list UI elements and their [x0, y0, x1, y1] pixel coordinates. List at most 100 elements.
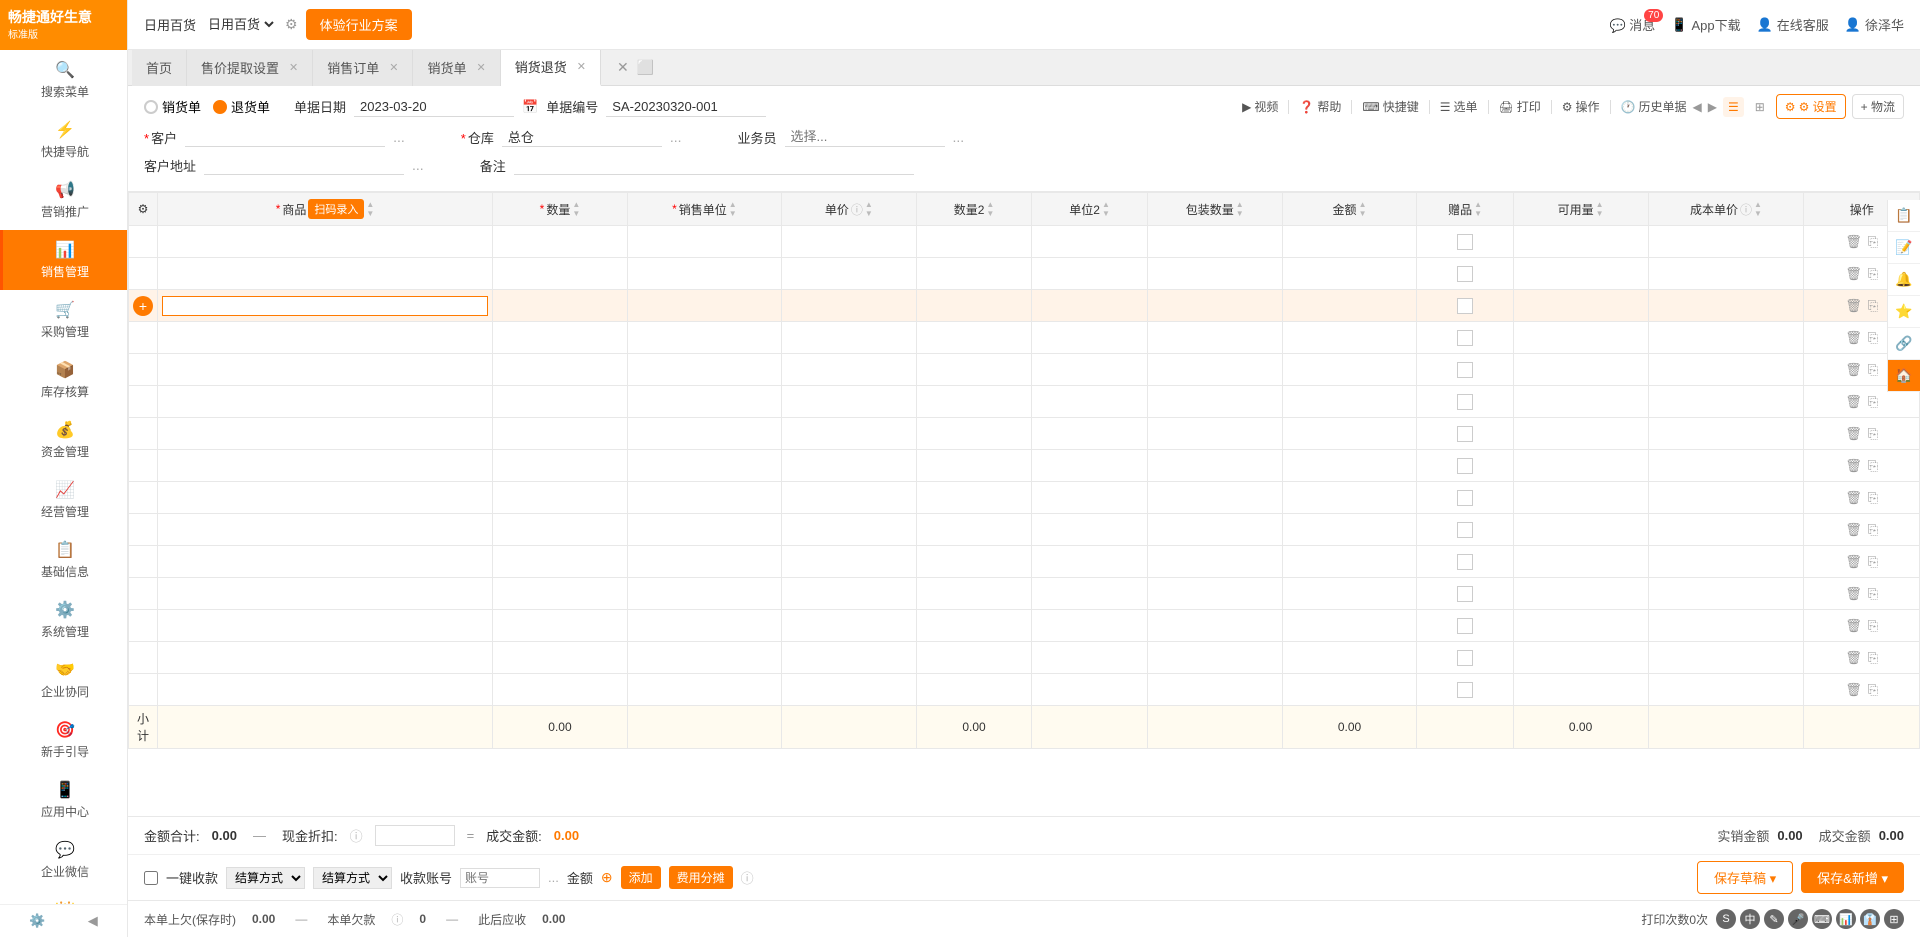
cell-unit-9[interactable] — [627, 482, 781, 514]
cell-gift-5[interactable] — [1417, 354, 1513, 386]
cell-product-2[interactable] — [158, 258, 493, 290]
cell-gift-13[interactable] — [1417, 610, 1513, 642]
cell-amount-15[interactable] — [1282, 674, 1417, 706]
cell-cost-2[interactable] — [1648, 258, 1804, 290]
cell-pkg-8[interactable] — [1147, 450, 1282, 482]
cell-qty2-6[interactable] — [916, 386, 1032, 418]
cell-product-5[interactable] — [158, 354, 493, 386]
cell-amount-3[interactable] — [1282, 290, 1417, 322]
cell-unit2-10[interactable] — [1032, 514, 1148, 546]
cell-unit2-3[interactable] — [1032, 290, 1148, 322]
date-input[interactable] — [354, 97, 514, 117]
cell-pkg-11[interactable] — [1147, 546, 1282, 578]
delete-icon-12[interactable]: 🗑 — [1845, 586, 1862, 602]
one-click-pay-checkbox[interactable] — [144, 871, 158, 885]
cell-qty-6[interactable] — [493, 386, 628, 418]
cell-amount-9[interactable] — [1282, 482, 1417, 514]
sidebar-collapse-icon[interactable]: ◀ — [88, 913, 98, 929]
sidebar-item-inventory[interactable]: 📦 库存核算 — [0, 350, 127, 410]
shortcut-btn[interactable]: ⌨ 快捷键 — [1362, 98, 1418, 115]
cell-qty-14[interactable] — [493, 642, 628, 674]
side-tool-4[interactable]: ⭐ — [1888, 296, 1920, 328]
radio-return[interactable]: 退货单 — [213, 97, 270, 116]
cell-unit-15[interactable] — [627, 674, 781, 706]
cell-gift-10[interactable] — [1417, 514, 1513, 546]
salesperson-input[interactable] — [785, 127, 945, 147]
single-credit-icon[interactable]: ⓘ — [391, 911, 403, 928]
help-tool-1[interactable]: S — [1716, 909, 1736, 929]
delete-icon-5[interactable]: 🗑 — [1845, 362, 1862, 378]
cell-qty2-1[interactable] — [916, 226, 1032, 258]
copy-icon-15[interactable]: ⎘ — [1868, 682, 1878, 698]
delete-icon-6[interactable]: 🗑 — [1845, 394, 1862, 410]
cell-pkg-14[interactable] — [1147, 642, 1282, 674]
cell-available-11[interactable] — [1513, 546, 1648, 578]
print-btn[interactable]: 🖨 打印 — [1499, 98, 1541, 115]
cell-gift-11[interactable] — [1417, 546, 1513, 578]
cell-unit-1[interactable] — [627, 226, 781, 258]
cell-unit-4[interactable] — [627, 322, 781, 354]
copy-icon-14[interactable]: ⎘ — [1868, 650, 1878, 666]
cell-price-14[interactable] — [781, 642, 916, 674]
cell-cost-7[interactable] — [1648, 418, 1804, 450]
sidebar-settings-icon[interactable]: ⚙️ — [29, 913, 45, 929]
remark-input[interactable] — [514, 155, 914, 175]
tab-return[interactable]: 销货退货 ✕ — [501, 50, 601, 86]
cell-cost-12[interactable] — [1648, 578, 1804, 610]
gift-checkbox-10[interactable] — [1457, 522, 1473, 538]
cell-cost-8[interactable] — [1648, 450, 1804, 482]
cell-price-4[interactable] — [781, 322, 916, 354]
cell-product-11[interactable] — [158, 546, 493, 578]
copy-icon-6[interactable]: ⎘ — [1868, 394, 1878, 410]
customer-dots[interactable]: ... — [393, 129, 405, 145]
cell-gift-1[interactable] — [1417, 226, 1513, 258]
calc-method-select[interactable]: 结算方式 — [226, 867, 305, 889]
delete-icon-10[interactable]: 🗑 — [1845, 522, 1862, 538]
cell-unit2-12[interactable] — [1032, 578, 1148, 610]
delete-icon-9[interactable]: 🗑 — [1845, 490, 1862, 506]
cell-price-11[interactable] — [781, 546, 916, 578]
cell-price-8[interactable] — [781, 450, 916, 482]
cell-available-14[interactable] — [1513, 642, 1648, 674]
cell-product-10[interactable] — [158, 514, 493, 546]
sidebar-item-wechat[interactable]: 💬 企业微信 — [0, 830, 127, 890]
gift-checkbox-15[interactable] — [1457, 682, 1473, 698]
cell-qty-10[interactable] — [493, 514, 628, 546]
cell-available-8[interactable] — [1513, 450, 1648, 482]
cell-unit-10[interactable] — [627, 514, 781, 546]
sidebar-item-marketing[interactable]: 📢 营销推广 — [0, 170, 127, 230]
side-tool-2[interactable]: 📝 — [1888, 232, 1920, 264]
cell-qty2-12[interactable] — [916, 578, 1032, 610]
add-button[interactable]: 添加 — [621, 866, 661, 889]
cell-unit-6[interactable] — [627, 386, 781, 418]
cell-amount-14[interactable] — [1282, 642, 1417, 674]
cell-price-6[interactable] — [781, 386, 916, 418]
cell-product-8[interactable] — [158, 450, 493, 482]
cell-price-13[interactable] — [781, 610, 916, 642]
help-tool-4[interactable]: 🎤 — [1788, 909, 1808, 929]
gift-checkbox-1[interactable] — [1457, 234, 1473, 250]
copy-icon-4[interactable]: ⎘ — [1868, 330, 1878, 346]
delete-icon-4[interactable]: 🗑 — [1845, 330, 1862, 346]
cell-pkg-10[interactable] — [1147, 514, 1282, 546]
cell-cost-6[interactable] — [1648, 386, 1804, 418]
cell-available-10[interactable] — [1513, 514, 1648, 546]
cell-price-15[interactable] — [781, 674, 916, 706]
discount-input[interactable] — [375, 825, 455, 846]
cell-product-15[interactable] — [158, 674, 493, 706]
cell-unit-2[interactable] — [627, 258, 781, 290]
fee-button[interactable]: 费用分摊 — [669, 866, 733, 889]
tab-sales[interactable]: 销货单 ✕ — [413, 50, 500, 86]
cell-gift-3[interactable] — [1417, 290, 1513, 322]
delete-icon-2[interactable]: 🗑 — [1845, 266, 1862, 282]
cell-qty-8[interactable] — [493, 450, 628, 482]
cell-unit-7[interactable] — [627, 418, 781, 450]
fee-help-icon[interactable]: ⓘ — [741, 868, 754, 887]
cell-gift-2[interactable] — [1417, 258, 1513, 290]
gift-checkbox-7[interactable] — [1457, 426, 1473, 442]
cell-qty2-14[interactable] — [916, 642, 1032, 674]
cell-qty-4[interactable] — [493, 322, 628, 354]
tab-price[interactable]: 售价提取设置 ✕ — [187, 50, 313, 86]
cell-price-12[interactable] — [781, 578, 916, 610]
cell-price-2[interactable] — [781, 258, 916, 290]
